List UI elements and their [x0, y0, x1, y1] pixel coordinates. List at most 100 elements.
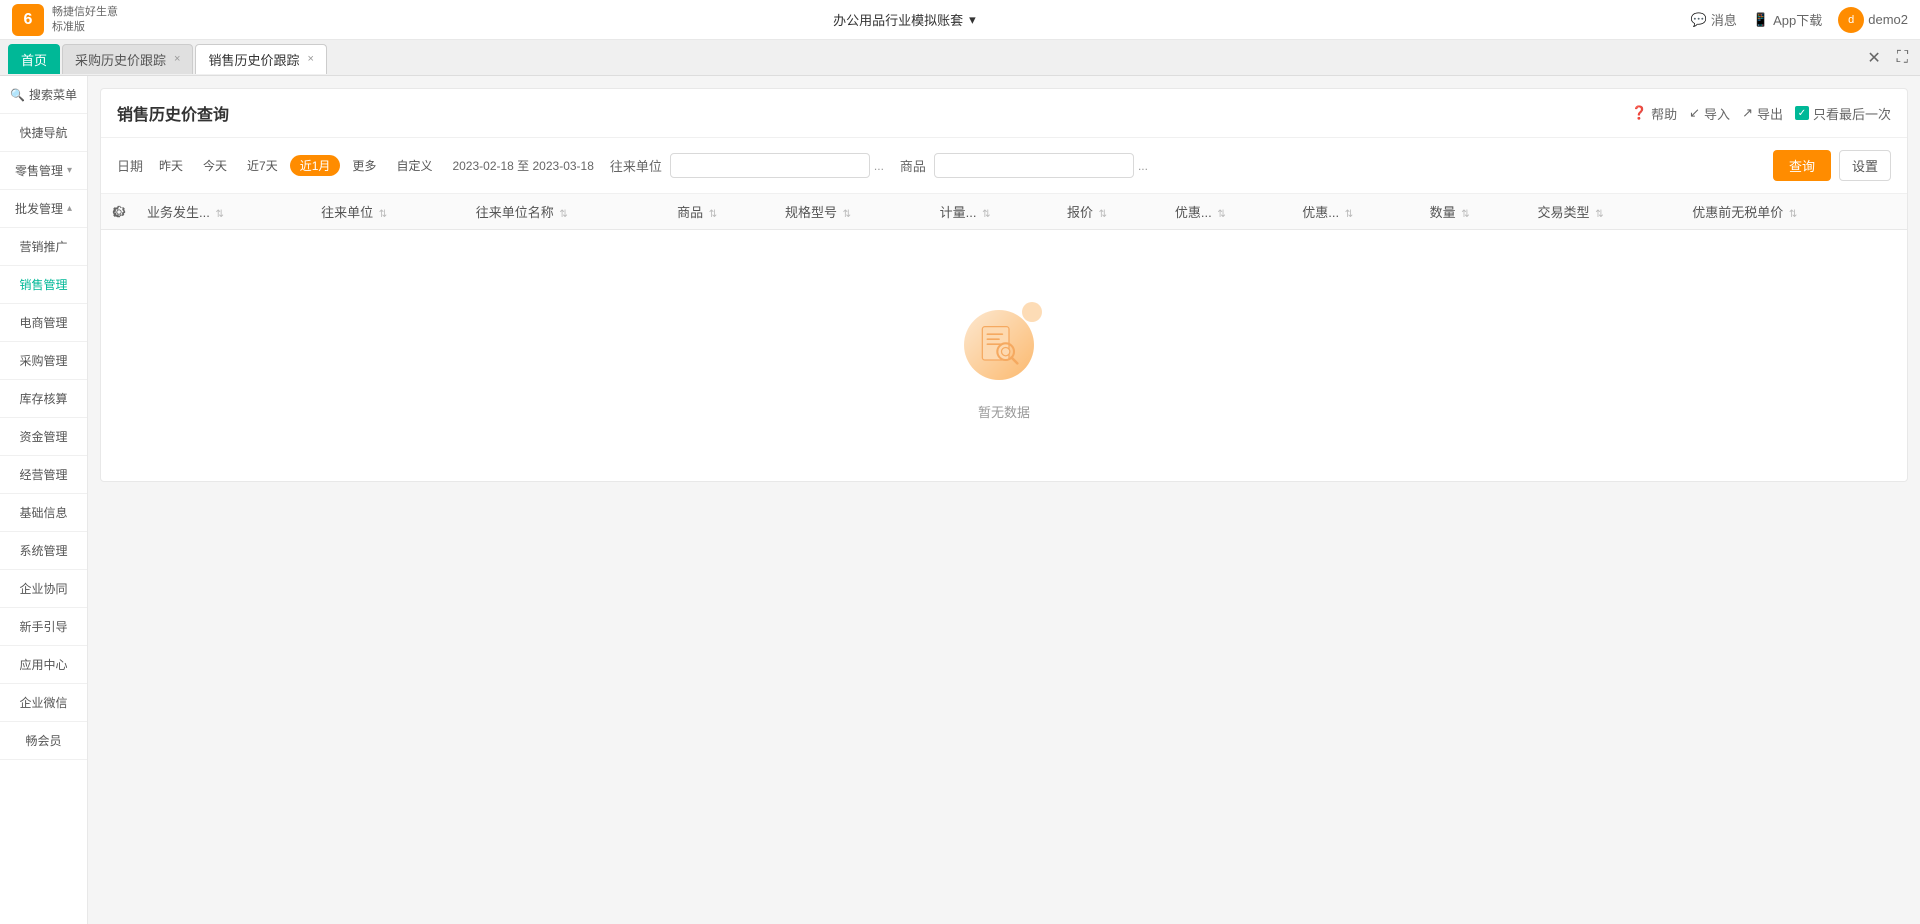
message-button[interactable]: 💬 消息: [1691, 10, 1737, 29]
date-label: 日期: [117, 156, 143, 175]
tab-sales-history[interactable]: 销售历史价跟踪 ×: [195, 44, 326, 74]
only-last-checkbox-label[interactable]: ✓ 只看最后一次: [1795, 104, 1891, 123]
app-selector[interactable]: 办公用品行业模拟账套 ▾: [825, 6, 984, 33]
sort-icon-partner-name: ⇅: [559, 209, 567, 220]
tab-purchase-history[interactable]: 采购历史价跟踪 ×: [62, 44, 193, 74]
logo-area: 6 畅捷信好生意 标准版: [12, 4, 118, 36]
tab-home[interactable]: 首页: [8, 44, 60, 74]
page-container: 销售历史价查询 ❓ 帮助 ↙ 导入 ↗ 导出: [88, 76, 1920, 924]
sidebar-item-wholesale-mgmt[interactable]: 批发管理 ▴: [0, 190, 87, 228]
tab-bar-right: ✕ ⛶: [1863, 46, 1912, 70]
sidebar-item-vip[interactable]: 畅会员: [0, 722, 87, 760]
close-tab-button[interactable]: ✕: [1863, 46, 1884, 70]
sidebar-item-search-menu[interactable]: 🔍 搜索菜单: [0, 76, 87, 114]
sidebar: 🔍 搜索菜单 快捷导航 零售管理 ▾ 批发管理 ▴ 营销推广 销售管理 电商管理…: [0, 76, 88, 924]
settings-button[interactable]: 设置: [1839, 150, 1891, 181]
th-spec[interactable]: 规格型号 ⇅: [775, 194, 930, 230]
th-trade-type[interactable]: 交易类型 ⇅: [1528, 194, 1683, 230]
product-dots: ...: [1138, 159, 1148, 173]
product-input[interactable]: [934, 153, 1134, 178]
sort-icon-product: ⇅: [709, 209, 717, 220]
sidebar-item-marketing[interactable]: 营销推广: [0, 228, 87, 266]
th-partner-code[interactable]: 往来单位 ⇅: [311, 194, 466, 230]
th-pretax-price[interactable]: 优惠前无税单价 ⇅: [1682, 194, 1907, 230]
product-filter-group: 商品 ...: [900, 153, 1148, 178]
tab-purchase-history-close[interactable]: ×: [174, 53, 180, 65]
export-button[interactable]: ↗ 导出: [1742, 104, 1783, 123]
sidebar-item-basic-info[interactable]: 基础信息: [0, 494, 87, 532]
sort-icon-quantity: ⇅: [1461, 209, 1469, 220]
sidebar-item-finance[interactable]: 资金管理: [0, 418, 87, 456]
table-header: 业务发生... ⇅ 往来单位 ⇅ 往来单位名称 ⇅: [101, 194, 1907, 230]
empty-icon: [964, 310, 1044, 390]
avatar: d: [1838, 7, 1864, 33]
partner-input-group: ...: [670, 153, 884, 178]
empty-state: 暂无数据: [101, 230, 1907, 481]
page-title: 销售历史价查询: [117, 101, 229, 125]
sort-icon-spec: ⇅: [843, 209, 851, 220]
sidebar-item-enterprise-wechat[interactable]: 企业微信: [0, 684, 87, 722]
date-tab-today[interactable]: 今天: [195, 155, 235, 176]
table-container: 业务发生... ⇅ 往来单位 ⇅ 往来单位名称 ⇅: [101, 194, 1907, 481]
help-icon: ❓: [1631, 105, 1647, 121]
date-tab-last7[interactable]: 近7天: [239, 155, 286, 176]
export-icon: ↗: [1742, 105, 1753, 121]
th-product[interactable]: 商品 ⇅: [667, 194, 775, 230]
sidebar-item-operations[interactable]: 经营管理: [0, 456, 87, 494]
sidebar-item-enterprise-coop[interactable]: 企业协同: [0, 570, 87, 608]
th-discount2[interactable]: 优惠... ⇅: [1292, 194, 1419, 230]
user-profile[interactable]: d demo2: [1838, 7, 1908, 33]
top-header: 6 畅捷信好生意 标准版 办公用品行业模拟账套 ▾ 💬 消息 📱 App下载 d…: [0, 0, 1920, 40]
sidebar-item-purchase-mgmt[interactable]: 采购管理: [0, 342, 87, 380]
tab-sales-history-close[interactable]: ×: [307, 53, 313, 65]
sidebar-item-system-mgmt[interactable]: 系统管理: [0, 532, 87, 570]
date-filter-group: 日期 昨天 今天 近7天 近1月 更多 自定义 2023-02-18 至 202…: [117, 155, 594, 176]
sort-icon-pretax-price: ⇅: [1789, 209, 1797, 220]
date-tab-custom[interactable]: 自定义: [388, 155, 440, 176]
sidebar-item-sales-mgmt[interactable]: 销售管理: [0, 266, 87, 304]
date-range-display: 2023-02-18 至 2023-03-18: [452, 157, 593, 174]
partner-filter-group: 往来单位 ...: [610, 153, 884, 178]
th-discount1[interactable]: 优惠... ⇅: [1165, 194, 1292, 230]
chevron-down-icon: ▾: [67, 165, 72, 176]
product-label: 商品: [900, 156, 926, 175]
maximize-button[interactable]: ⛶: [1893, 47, 1912, 69]
logo-text: 畅捷信好生意 标准版: [52, 5, 118, 34]
date-tab-yesterday[interactable]: 昨天: [151, 155, 191, 176]
search-icon: 🔍: [10, 88, 25, 102]
download-icon: 📱: [1753, 12, 1769, 28]
date-tab-last1m[interactable]: 近1月: [290, 155, 341, 176]
logo-icon: 6: [12, 4, 44, 36]
sort-icon-quote: ⇅: [1099, 209, 1107, 220]
partner-input[interactable]: [670, 153, 870, 178]
empty-text: 暂无数据: [978, 402, 1030, 421]
sidebar-item-guide[interactable]: 新手引导: [0, 608, 87, 646]
page-title-actions: ❓ 帮助 ↙ 导入 ↗ 导出 ✓ 只看最后一次: [1631, 104, 1891, 123]
date-tab-more[interactable]: 更多: [344, 155, 384, 176]
th-quantity[interactable]: 数量 ⇅: [1420, 194, 1528, 230]
sort-icon-unit: ⇅: [982, 209, 990, 220]
sidebar-item-retail-mgmt[interactable]: 零售管理 ▾: [0, 152, 87, 190]
product-input-group: ...: [934, 153, 1148, 178]
sidebar-item-app-center[interactable]: 应用中心: [0, 646, 87, 684]
content-area: 销售历史价查询 ❓ 帮助 ↙ 导入 ↗ 导出: [88, 76, 1920, 924]
app-download-button[interactable]: 📱 App下载: [1753, 10, 1822, 29]
message-icon: 💬: [1691, 12, 1707, 28]
sidebar-item-inventory[interactable]: 库存核算: [0, 380, 87, 418]
th-partner-name[interactable]: 往来单位名称 ⇅: [466, 194, 667, 230]
th-unit[interactable]: 计量... ⇅: [930, 194, 1057, 230]
import-button[interactable]: ↙ 导入: [1689, 104, 1730, 123]
help-button[interactable]: ❓ 帮助: [1631, 104, 1677, 123]
header-right: 💬 消息 📱 App下载 d demo2: [1691, 7, 1908, 33]
sort-icon-biz-date: ⇅: [215, 209, 223, 220]
page-card: 销售历史价查询 ❓ 帮助 ↙ 导入 ↗ 导出: [100, 88, 1908, 482]
th-quote[interactable]: 报价 ⇅: [1057, 194, 1165, 230]
query-button[interactable]: 查询: [1773, 150, 1831, 181]
only-last-checkbox[interactable]: ✓: [1795, 106, 1809, 120]
th-biz-date[interactable]: 业务发生... ⇅: [137, 194, 311, 230]
filter-area: 日期 昨天 今天 近7天 近1月 更多 自定义 2023-02-18 至 202…: [101, 138, 1907, 194]
th-settings[interactable]: [101, 194, 137, 230]
sidebar-item-quick-nav[interactable]: 快捷导航: [0, 114, 87, 152]
sidebar-item-ecommerce[interactable]: 电商管理: [0, 304, 87, 342]
filter-actions: 查询 设置: [1773, 150, 1891, 181]
